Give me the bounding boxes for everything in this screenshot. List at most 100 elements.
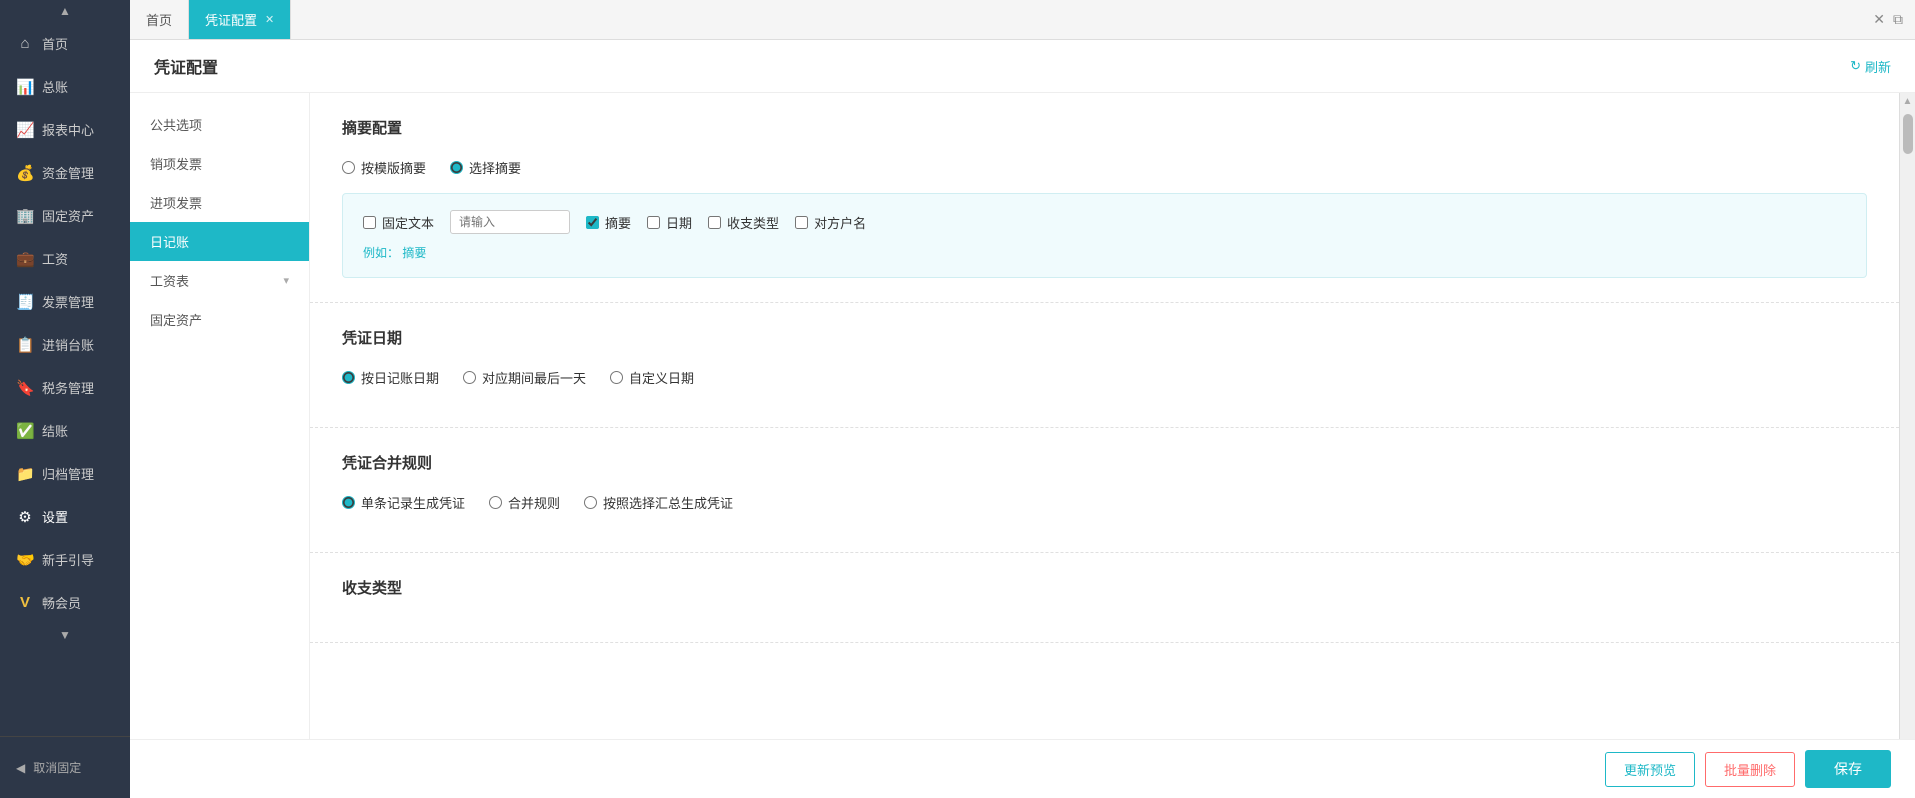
radio-by-template-input[interactable] [342, 161, 355, 174]
sales-purchase-icon: 📋 [16, 336, 34, 354]
radio-merge-rules-input[interactable] [489, 496, 502, 509]
summary-option-row: 按模版摘要 选择摘要 [342, 158, 1867, 177]
sidebar-scroll-down[interactable]: ▼ [0, 624, 130, 646]
sidebar-item-report[interactable]: 📈 报表中心 [0, 108, 130, 151]
nav-item-journal[interactable]: 日记账 [130, 222, 309, 261]
summary-example: 例如： 摘要 [363, 244, 1846, 261]
radio-by-template[interactable]: 按模版摘要 [342, 158, 426, 177]
radio-by-journal-date-input[interactable] [342, 371, 355, 384]
invoice-icon: 🧾 [16, 293, 34, 311]
settlement-icon: ✅ [16, 422, 34, 440]
checkbox-income-type-input[interactable] [708, 216, 721, 229]
radio-by-selection[interactable]: 按照选择汇总生成凭证 [584, 493, 733, 512]
nav-label-sales-invoice: 销项发票 [150, 154, 202, 173]
radio-select-summary-input[interactable] [450, 161, 463, 174]
radio-custom-date[interactable]: 自定义日期 [610, 368, 694, 387]
sidebar-item-salary[interactable]: 💼 工资 [0, 237, 130, 280]
report-icon: 📈 [16, 121, 34, 139]
refresh-button[interactable]: ↻ 刷新 [1850, 57, 1891, 76]
scroll-up-arrow[interactable]: ▲ [1900, 93, 1915, 110]
checkbox-counterpart[interactable]: 对方户名 [795, 213, 866, 232]
checkbox-summary[interactable]: 摘要 [586, 213, 631, 232]
settings-icon: ⚙ [16, 508, 34, 526]
batch-delete-button[interactable]: 批量删除 [1705, 752, 1795, 787]
nav-item-salary-table[interactable]: 工资表 ▾ [130, 261, 309, 300]
checkbox-fixed-text-input[interactable] [363, 216, 376, 229]
sidebar-item-label: 归档管理 [42, 464, 94, 483]
checkbox-date-input[interactable] [647, 216, 660, 229]
radio-last-day-input[interactable] [463, 371, 476, 384]
sidebar-item-home[interactable]: ⌂ 首页 [0, 22, 130, 65]
sidebar-item-invoice[interactable]: 🧾 发票管理 [0, 280, 130, 323]
sidebar-item-archive[interactable]: 📁 归档管理 [0, 452, 130, 495]
scroll-thumb[interactable] [1903, 114, 1913, 154]
tab-bar-actions: ✕ ⧉ [1873, 11, 1915, 28]
sidebar-item-label: 固定资产 [42, 206, 94, 225]
radio-last-day-label: 对应期间最后一天 [482, 368, 586, 387]
radio-single-record-label: 单条记录生成凭证 [361, 493, 465, 512]
right-scrollbar[interactable]: ▲ [1899, 93, 1915, 739]
checkbox-date[interactable]: 日期 [647, 213, 692, 232]
tab-voucher-config-label: 凭证配置 [205, 10, 257, 29]
tab-close-icon[interactable]: ✕ [265, 13, 274, 26]
fund-icon: 💰 [16, 164, 34, 182]
sidebar-item-label: 工资 [42, 249, 68, 268]
tab-voucher-config[interactable]: 凭证配置 ✕ [189, 0, 291, 39]
nav-item-sales-invoice[interactable]: 销项发票 [130, 144, 309, 183]
content-area: 凭证配置 ↻ 刷新 公共选项 销项发票 进项发票 日记账 [130, 40, 1915, 798]
radio-merge-rules-label: 合并规则 [508, 493, 560, 512]
sidebar-scroll-up[interactable]: ▲ [0, 0, 130, 22]
update-preview-button[interactable]: 更新预览 [1605, 752, 1695, 787]
checkbox-income-type[interactable]: 收支类型 [708, 213, 779, 232]
unpin-icon: ◀ [16, 761, 25, 775]
radio-last-day[interactable]: 对应期间最后一天 [463, 368, 586, 387]
sidebar-item-sales-purchase[interactable]: 📋 进销台账 [0, 323, 130, 366]
checkbox-counterpart-label: 对方户名 [814, 213, 866, 232]
checkbox-date-label: 日期 [666, 213, 692, 232]
sidebar-item-settlement[interactable]: ✅ 结账 [0, 409, 130, 452]
checkbox-summary-input[interactable] [586, 216, 599, 229]
sidebar-item-ledger[interactable]: 📊 总账 [0, 65, 130, 108]
window-close-icon[interactable]: ✕ [1873, 11, 1885, 28]
sidebar-item-settings[interactable]: ⚙ 设置 [0, 495, 130, 538]
section-title-voucher-date: 凭证日期 [342, 327, 1867, 348]
sidebar-item-label: 新手引导 [42, 550, 94, 569]
radio-single-record-input[interactable] [342, 496, 355, 509]
radio-by-journal-date[interactable]: 按日记账日期 [342, 368, 439, 387]
body-layout: 公共选项 销项发票 进项发票 日记账 工资表 ▾ 固定资产 [130, 93, 1915, 739]
sidebar-item-member[interactable]: V 畅会员 [0, 581, 130, 624]
radio-custom-date-input[interactable] [610, 371, 623, 384]
sidebar-unpin-button[interactable]: ◀ 取消固定 [0, 747, 130, 788]
save-button[interactable]: 保存 [1805, 750, 1891, 788]
window-restore-icon[interactable]: ⧉ [1893, 11, 1903, 28]
sidebar-item-label: 畅会员 [42, 593, 81, 612]
nav-item-fixed-assets[interactable]: 固定资产 [130, 300, 309, 339]
radio-merge-rules[interactable]: 合并规则 [489, 493, 560, 512]
voucher-date-option-row: 按日记账日期 对应期间最后一天 自定义日期 [342, 368, 1867, 387]
home-icon: ⌂ [16, 35, 34, 52]
nav-item-public[interactable]: 公共选项 [130, 105, 309, 144]
tab-home[interactable]: 首页 [130, 0, 189, 39]
section-merge-rules: 凭证合并规则 单条记录生成凭证 合并规则 [310, 428, 1899, 553]
sidebar-item-fund[interactable]: 💰 资金管理 [0, 151, 130, 194]
section-title-summary: 摘要配置 [342, 117, 1867, 138]
summary-checkbox-row: 固定文本 摘要 日期 [363, 210, 1846, 234]
radio-by-selection-input[interactable] [584, 496, 597, 509]
radio-select-summary[interactable]: 选择摘要 [450, 158, 521, 177]
sidebar-item-guide[interactable]: 🤝 新手引导 [0, 538, 130, 581]
sidebar-item-label: 资金管理 [42, 163, 94, 182]
checkbox-counterpart-input[interactable] [795, 216, 808, 229]
nav-item-purchase-invoice[interactable]: 进项发票 [130, 183, 309, 222]
guide-icon: 🤝 [16, 551, 34, 569]
sidebar-item-label: 发票管理 [42, 292, 94, 311]
checkbox-fixed-text[interactable]: 固定文本 [363, 213, 434, 232]
radio-by-selection-label: 按照选择汇总生成凭证 [603, 493, 733, 512]
refresh-label: 刷新 [1865, 57, 1891, 76]
fixed-assets-icon: 🏢 [16, 207, 34, 225]
fixed-text-input[interactable] [450, 210, 570, 234]
sidebar-item-label: 首页 [42, 34, 68, 53]
radio-by-template-label: 按模版摘要 [361, 158, 426, 177]
radio-single-record[interactable]: 单条记录生成凭证 [342, 493, 465, 512]
sidebar-item-tax[interactable]: 🔖 税务管理 [0, 366, 130, 409]
sidebar-item-fixed-assets[interactable]: 🏢 固定资产 [0, 194, 130, 237]
